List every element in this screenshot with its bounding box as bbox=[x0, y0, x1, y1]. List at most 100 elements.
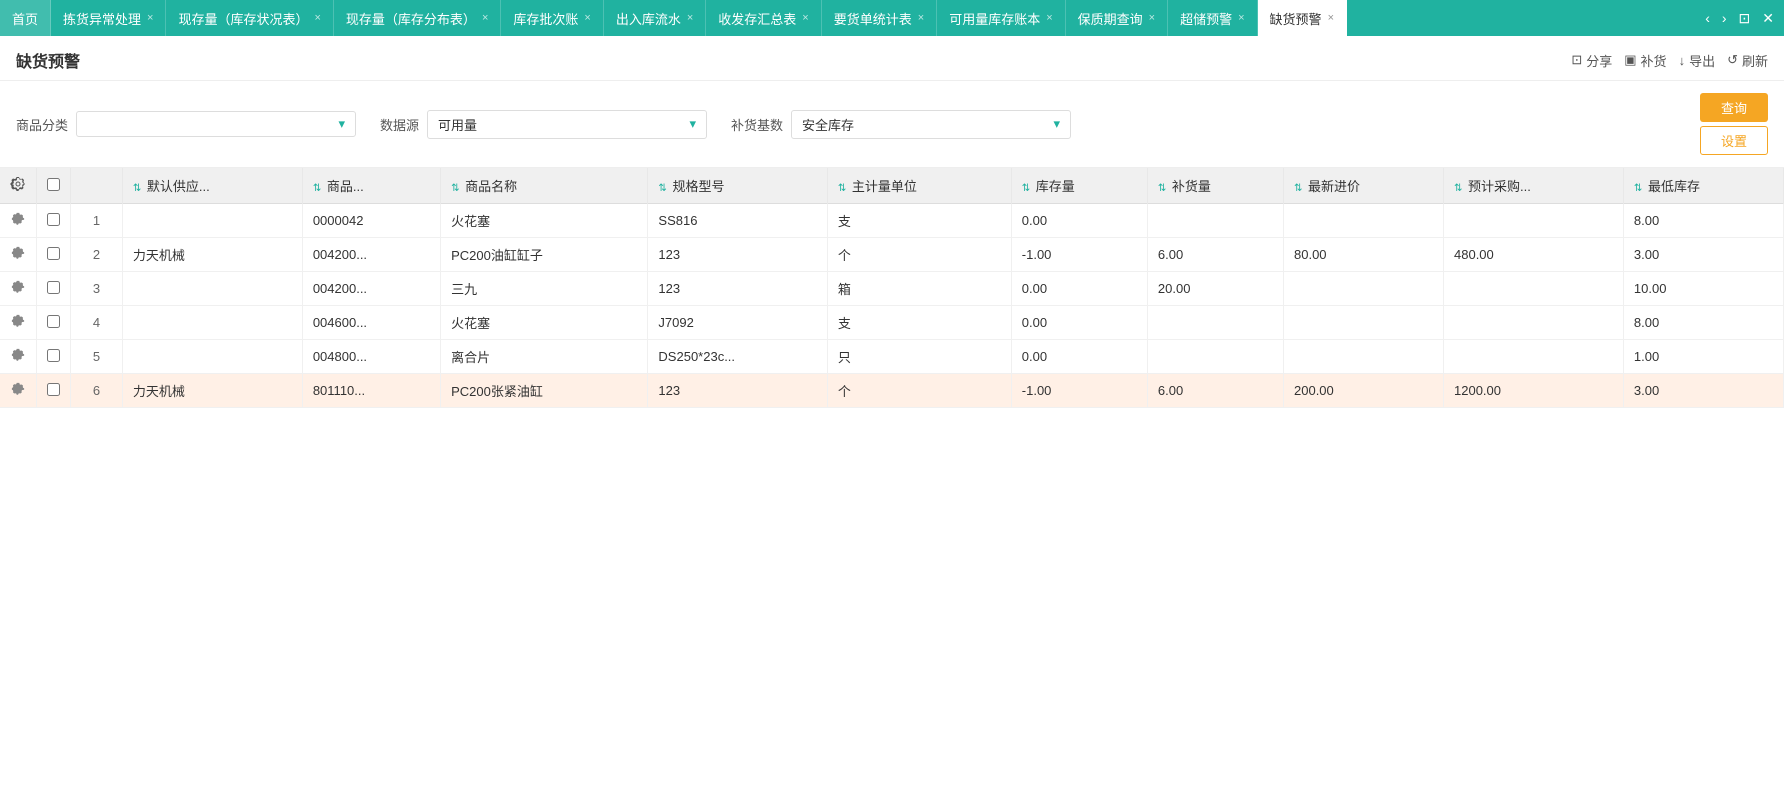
close-icon[interactable]: × bbox=[482, 12, 488, 24]
row-checkbox[interactable] bbox=[47, 383, 60, 396]
row-checkbox[interactable] bbox=[47, 281, 60, 294]
tab-requisition-stat[interactable]: 要货单统计表 × bbox=[822, 0, 937, 36]
gear-icon bbox=[11, 348, 25, 362]
column-header-stock-qty[interactable]: ⇅ 库存量 bbox=[1011, 168, 1147, 204]
gear-icon bbox=[11, 382, 25, 396]
row-gear-cell[interactable] bbox=[0, 374, 37, 408]
datasource-select[interactable]: 可用量 ▾ bbox=[427, 110, 707, 139]
column-header-checkbox[interactable] bbox=[37, 168, 71, 204]
tab-next-button[interactable]: › bbox=[1716, 6, 1733, 30]
row-gear-cell[interactable] bbox=[0, 340, 37, 374]
share-icon: ⊡ bbox=[1571, 52, 1582, 68]
share-button[interactable]: ⊡ 分享 bbox=[1571, 51, 1612, 70]
tab-prev-button[interactable]: ‹ bbox=[1699, 6, 1716, 30]
column-header-min-stock[interactable]: ⇅ 最低库存 bbox=[1623, 168, 1783, 204]
refresh-button[interactable]: ↺ 刷新 bbox=[1727, 51, 1768, 70]
row-goods-name: PC200张紧油缸 bbox=[441, 374, 648, 408]
column-header-gear[interactable] bbox=[0, 168, 37, 204]
row-stock-qty: 0.00 bbox=[1011, 272, 1147, 306]
select-all-checkbox[interactable] bbox=[47, 178, 60, 191]
row-unit: 支 bbox=[827, 204, 1011, 238]
close-icon[interactable]: × bbox=[1238, 12, 1244, 24]
window-restore-button[interactable]: ⊡ bbox=[1733, 6, 1757, 31]
row-min-stock: 8.00 bbox=[1623, 306, 1783, 340]
table-row: 4 004600... 火花塞 J7092 支 0.00 8.00 bbox=[0, 306, 1784, 340]
row-gear-cell[interactable] bbox=[0, 238, 37, 272]
close-icon[interactable]: × bbox=[1149, 12, 1155, 24]
row-spec: 123 bbox=[648, 272, 827, 306]
tab-shortage-warning[interactable]: 缺货预警 × bbox=[1258, 0, 1347, 36]
window-close-button[interactable]: ✕ bbox=[1756, 6, 1780, 31]
tab-batch[interactable]: 库存批次账 × bbox=[501, 0, 603, 36]
export-label: 导出 bbox=[1689, 51, 1715, 70]
category-select[interactable]: ▾ bbox=[76, 111, 356, 137]
row-replenish-qty bbox=[1147, 306, 1283, 340]
row-number: 5 bbox=[71, 340, 123, 374]
close-icon[interactable]: × bbox=[584, 12, 590, 24]
row-checkbox-cell[interactable] bbox=[37, 306, 71, 340]
tab-expiry-query[interactable]: 保质期查询 × bbox=[1066, 0, 1168, 36]
row-gear-cell[interactable] bbox=[0, 306, 37, 340]
export-button[interactable]: ↓ 导出 bbox=[1679, 51, 1716, 70]
tab-overstock-warning[interactable]: 超储预警 × bbox=[1168, 0, 1257, 36]
close-icon[interactable]: × bbox=[1328, 12, 1334, 24]
column-header-est-purchase[interactable]: ⇅ 预计采购... bbox=[1444, 168, 1624, 204]
column-header-goods-code[interactable]: ⇅ 商品... bbox=[302, 168, 440, 204]
column-header-goods-name[interactable]: ⇅ 商品名称 bbox=[441, 168, 648, 204]
tab-home[interactable]: 首页 bbox=[0, 0, 51, 36]
row-checkbox[interactable] bbox=[47, 315, 60, 328]
row-est-purchase bbox=[1444, 204, 1624, 238]
row-checkbox[interactable] bbox=[47, 247, 60, 260]
column-header-latest-price[interactable]: ⇅ 最新进价 bbox=[1284, 168, 1444, 204]
column-header-replenish-qty[interactable]: ⇅ 补货量 bbox=[1147, 168, 1283, 204]
gear-icon bbox=[11, 314, 25, 328]
row-gear-cell[interactable] bbox=[0, 272, 37, 306]
row-checkbox-cell[interactable] bbox=[37, 204, 71, 238]
query-button[interactable]: 查询 bbox=[1700, 93, 1768, 122]
row-checkbox-cell[interactable] bbox=[37, 238, 71, 272]
row-unit: 只 bbox=[827, 340, 1011, 374]
row-goods-name: PC200油缸缸子 bbox=[441, 238, 648, 272]
row-checkbox[interactable] bbox=[47, 213, 60, 226]
replenish-button[interactable]: ▣ 补货 bbox=[1624, 51, 1666, 70]
row-default-supplier: 力天机械 bbox=[122, 238, 302, 272]
tab-bar: 首页 拣货异常处理 × 现存量（库存状况表） × 现存量（库存分布表） × 库存… bbox=[0, 0, 1784, 36]
row-est-purchase: 480.00 bbox=[1444, 238, 1624, 272]
filter-actions: 查询 设置 bbox=[1700, 93, 1768, 155]
row-est-purchase bbox=[1444, 272, 1624, 306]
tab-inventory-status[interactable]: 现存量（库存状况表） × bbox=[166, 0, 333, 36]
share-label: 分享 bbox=[1586, 51, 1612, 70]
tab-inout-flow[interactable]: 出入库流水 × bbox=[604, 0, 706, 36]
close-icon[interactable]: × bbox=[314, 12, 320, 24]
row-est-purchase bbox=[1444, 306, 1624, 340]
close-icon[interactable]: × bbox=[147, 12, 153, 24]
tab-exception[interactable]: 拣货异常处理 × bbox=[51, 0, 166, 36]
table-header-row: ⇅ 默认供应... ⇅ 商品... ⇅ 商品名称 ⇅ 规格型号 bbox=[0, 168, 1784, 204]
column-header-spec[interactable]: ⇅ 规格型号 bbox=[648, 168, 827, 204]
row-number: 2 bbox=[71, 238, 123, 272]
close-icon[interactable]: × bbox=[918, 12, 924, 24]
replenish-base-label: 补货基数 bbox=[731, 115, 783, 134]
row-checkbox-cell[interactable] bbox=[37, 374, 71, 408]
column-header-unit[interactable]: ⇅ 主计量单位 bbox=[827, 168, 1011, 204]
column-header-default-supplier[interactable]: ⇅ 默认供应... bbox=[122, 168, 302, 204]
settings-button[interactable]: 设置 bbox=[1700, 126, 1768, 155]
close-icon[interactable]: × bbox=[802, 12, 808, 24]
chevron-down-icon: ▾ bbox=[1054, 116, 1061, 132]
row-checkbox-cell[interactable] bbox=[37, 272, 71, 306]
replenish-icon: ▣ bbox=[1624, 52, 1636, 68]
replenish-base-select[interactable]: 安全库存 ▾ bbox=[791, 110, 1071, 139]
row-checkbox[interactable] bbox=[47, 349, 60, 362]
row-goods-code: 004600... bbox=[302, 306, 440, 340]
tab-available-ledger[interactable]: 可用量库存账本 × bbox=[937, 0, 1065, 36]
close-icon[interactable]: × bbox=[687, 12, 693, 24]
tab-collect-summary[interactable]: 收发存汇总表 × bbox=[706, 0, 821, 36]
row-gear-cell[interactable] bbox=[0, 204, 37, 238]
row-goods-code: 004200... bbox=[302, 272, 440, 306]
row-goods-code: 004200... bbox=[302, 238, 440, 272]
close-icon[interactable]: × bbox=[1046, 12, 1052, 24]
row-default-supplier bbox=[122, 272, 302, 306]
sort-icon: ⇅ bbox=[838, 183, 846, 194]
tab-inventory-dist[interactable]: 现存量（库存分布表） × bbox=[334, 0, 501, 36]
row-checkbox-cell[interactable] bbox=[37, 340, 71, 374]
